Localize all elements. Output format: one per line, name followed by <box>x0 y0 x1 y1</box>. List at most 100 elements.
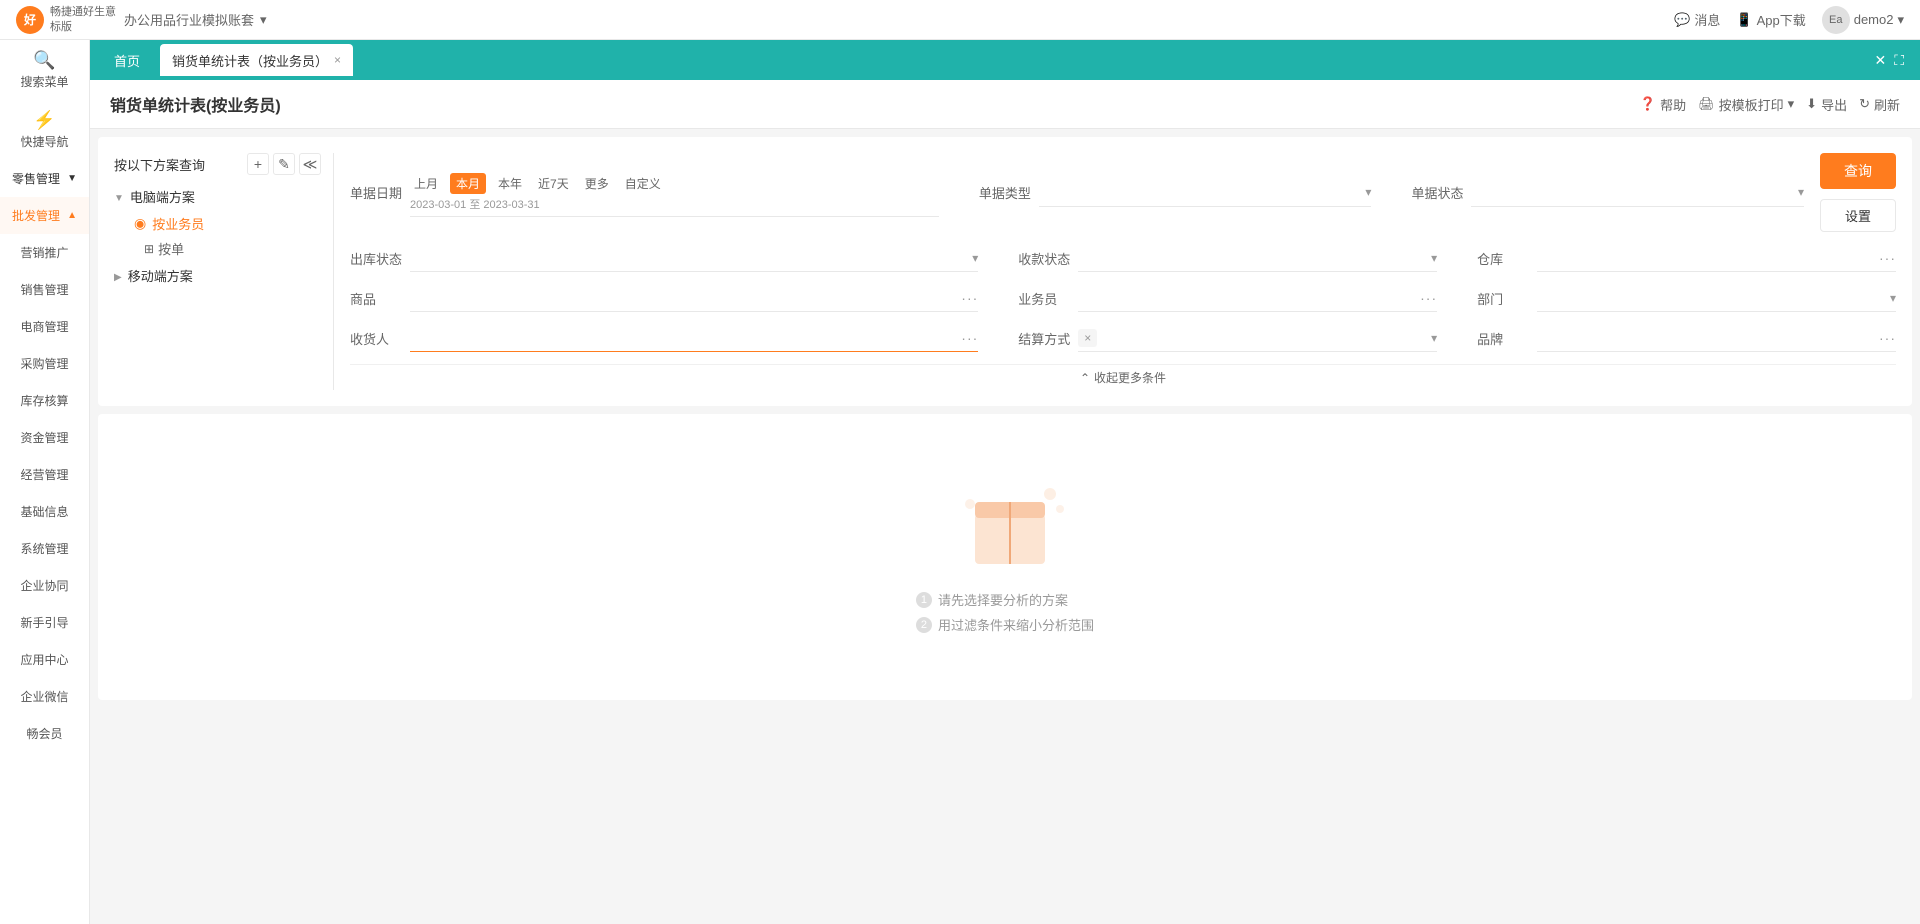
date-tab-this-month[interactable]: 本月 <box>450 173 486 194</box>
query-button[interactable]: 查询 <box>1820 153 1896 189</box>
print-icon: 🖨 <box>1698 96 1715 112</box>
refresh-btn[interactable]: ↻ 刷新 <box>1859 95 1900 114</box>
print-arrow-icon: ▾ <box>1788 96 1795 112</box>
filter-row-1: 单据日期 上月 本月 本年 近7天 更多 自定义 <box>350 153 1896 232</box>
scheme-group-header-pc[interactable]: 电脑端方案 <box>114 183 321 210</box>
date-tab-custom[interactable]: 自定义 <box>621 173 665 194</box>
sidebar-item-member[interactable]: 畅会员 <box>0 715 89 752</box>
doc-type-select[interactable]: ▾ <box>1039 179 1372 207</box>
chevron-down-icon: ▾ <box>260 12 267 28</box>
scheme-item-by-order[interactable]: ⊞ 按单 <box>114 237 321 258</box>
sidebar-item-purchase[interactable]: 采购管理 <box>0 345 89 382</box>
scheme-item-icon: ◉ <box>134 215 146 232</box>
date-tab-7days[interactable]: 近7天 <box>534 173 573 194</box>
sidebar-item-basic[interactable]: 基础信息 <box>0 493 89 530</box>
settlement-tag: × <box>1078 329 1097 347</box>
sidebar-item-appcenter[interactable]: 应用中心 <box>0 641 89 678</box>
date-tab-more[interactable]: 更多 <box>581 173 613 194</box>
sidebar-item-finance[interactable]: 资金管理 <box>0 419 89 456</box>
sidebar-item-cooperation[interactable]: 企业协同 <box>0 567 89 604</box>
tab-home[interactable]: 首页 <box>98 40 156 80</box>
sidebar-item-search-menu[interactable]: 🔍 搜索菜单 <box>0 40 89 100</box>
empty-hint-2: 2 用过滤条件来缩小分析范围 <box>916 615 1094 634</box>
app-download-btn[interactable]: 📱 App下载 <box>1736 10 1805 29</box>
more-dots-icon: ··· <box>961 290 978 306</box>
date-range: 2023-03-01 至 2023-03-31 <box>410 196 540 212</box>
add-scheme-btn[interactable]: + <box>247 153 269 175</box>
scheme-item-by-salesperson[interactable]: ◉ 按业务员 <box>114 210 321 237</box>
filter-row-3: 商品 ··· 业务员 ··· <box>350 284 1896 312</box>
topbar-selector[interactable]: 办公用品行业模拟账套 ▾ <box>124 10 267 29</box>
chevron-up-icon: ▲ <box>67 210 77 221</box>
more-dots-icon: ··· <box>961 330 978 346</box>
empty-hint-1: 1 请先选择要分析的方案 <box>916 590 1094 609</box>
sidebar-item-label: 资金管理 <box>20 429 68 446</box>
sidebar-item-newbie[interactable]: 新手引导 <box>0 604 89 641</box>
sidebar-item-wechat[interactable]: 企业微信 <box>0 678 89 715</box>
sidebar-item-ecommerce[interactable]: 电商管理 <box>0 308 89 345</box>
sidebar-item-system[interactable]: 系统管理 <box>0 530 89 567</box>
filter-label-brand: 品牌 <box>1477 329 1537 348</box>
filter-row-4: 收货人 ··· 结算方式 <box>350 324 1896 352</box>
sidebar-item-label: 经营管理 <box>20 466 68 483</box>
chevron-down-icon: ▾ <box>1897 12 1904 28</box>
message-btn[interactable]: 💬 消息 <box>1674 10 1720 29</box>
sidebar-item-marketing[interactable]: 营销推广 <box>0 234 89 271</box>
scheme-group-header-mobile[interactable]: 移动端方案 <box>114 262 321 289</box>
filter-sidebar-actions: + ✎ ≪ <box>247 153 321 175</box>
chevron-down-icon: ▾ <box>1365 185 1371 199</box>
scheme-group-pc: 电脑端方案 ◉ 按业务员 ⊞ 按单 <box>114 183 321 258</box>
sidebar-item-quick-nav[interactable]: ⚡ 快捷导航 <box>0 100 89 160</box>
help-btn[interactable]: ❓ 帮助 <box>1640 95 1686 114</box>
department-select[interactable]: ▾ <box>1537 284 1896 312</box>
tab-maximize-icon[interactable]: ⛶ <box>1894 52 1904 69</box>
user-menu[interactable]: Ea demo2 ▾ <box>1822 6 1904 34</box>
sidebar-item-label: 营销推广 <box>20 244 68 261</box>
settings-button[interactable]: 设置 <box>1820 199 1896 232</box>
more-dots-icon: ··· <box>1879 330 1896 346</box>
tab-active[interactable]: 销货单统计表（按业务员） × <box>160 44 353 76</box>
sidebar-item-wholesale[interactable]: 批发管理 ▲ <box>0 197 89 234</box>
outbound-status-select[interactable]: ▾ <box>410 244 978 272</box>
app-icon: 📱 <box>1736 12 1752 28</box>
salesperson-input[interactable]: ··· <box>1078 284 1437 312</box>
payment-status-select[interactable]: ▾ <box>1078 244 1437 272</box>
warehouse-select[interactable]: ··· <box>1537 244 1896 272</box>
settlement-select[interactable]: × ▾ <box>1078 324 1437 352</box>
page-content: 销货单统计表(按业务员) ❓ 帮助 🖨 按模板打印 ▾ ⬇ 导出 <box>90 80 1920 924</box>
sidebar-item-operation[interactable]: 经营管理 <box>0 456 89 493</box>
tab-close-window-icon[interactable]: ✕ <box>1874 52 1886 69</box>
product-input[interactable]: ··· <box>410 284 978 312</box>
filter-item-doc-type: 单据类型 ▾ <box>979 179 1372 207</box>
print-btn[interactable]: 🖨 按模板打印 ▾ <box>1698 95 1794 114</box>
sidebar-item-inventory[interactable]: 库存核算 <box>0 382 89 419</box>
collapse-scheme-btn[interactable]: ≪ <box>299 153 321 175</box>
date-tab-last-month[interactable]: 上月 <box>410 173 442 194</box>
quick-nav-icon: ⚡ <box>33 110 55 131</box>
sidebar-item-retail[interactable]: 零售管理 ▼ <box>0 160 89 197</box>
hint-num-2: 2 <box>916 617 932 633</box>
sidebar-item-sales[interactable]: 销售管理 <box>0 271 89 308</box>
collapse-btn[interactable]: ⌃ 收起更多条件 <box>1080 369 1166 386</box>
hint-num-1: 1 <box>916 592 932 608</box>
page-actions: ❓ 帮助 🖨 按模板打印 ▾ ⬇ 导出 ↻ 刷新 <box>1640 95 1900 114</box>
btn-area: 查询 设置 <box>1820 153 1896 232</box>
tag-close-icon[interactable]: × <box>1084 331 1091 345</box>
filter-label-doc-status: 单据状态 <box>1411 183 1471 202</box>
message-icon: 💬 <box>1674 12 1690 28</box>
empty-state: 1 请先选择要分析的方案 2 用过滤条件来缩小分析范围 <box>98 414 1912 700</box>
doc-status-select[interactable]: ▾ <box>1471 179 1804 207</box>
tab-close-btn[interactable]: × <box>334 53 341 67</box>
date-picker[interactable]: 上月 本月 本年 近7天 更多 自定义 2023-03-01 至 2023-03… <box>410 169 939 217</box>
filter-label-department: 部门 <box>1477 289 1537 308</box>
topbar-right: 💬 消息 📱 App下载 Ea demo2 ▾ <box>1674 6 1904 34</box>
topbar-left: 好 畅捷通好生意 标版 办公用品行业模拟账套 ▾ <box>16 5 267 34</box>
topbar: 好 畅捷通好生意 标版 办公用品行业模拟账套 ▾ 💬 消息 📱 App下载 Ea… <box>0 0 1920 40</box>
filter-row-2: 出库状态 ▾ 收款状态 ▾ <box>350 244 1896 272</box>
brand-input[interactable]: ··· <box>1537 324 1896 352</box>
filter-item-date: 单据日期 上月 本月 本年 近7天 更多 自定义 <box>350 169 939 217</box>
export-btn[interactable]: ⬇ 导出 <box>1806 95 1847 114</box>
edit-scheme-btn[interactable]: ✎ <box>273 153 295 175</box>
consignee-input[interactable]: ··· <box>410 324 978 352</box>
date-tab-this-year[interactable]: 本年 <box>494 173 526 194</box>
